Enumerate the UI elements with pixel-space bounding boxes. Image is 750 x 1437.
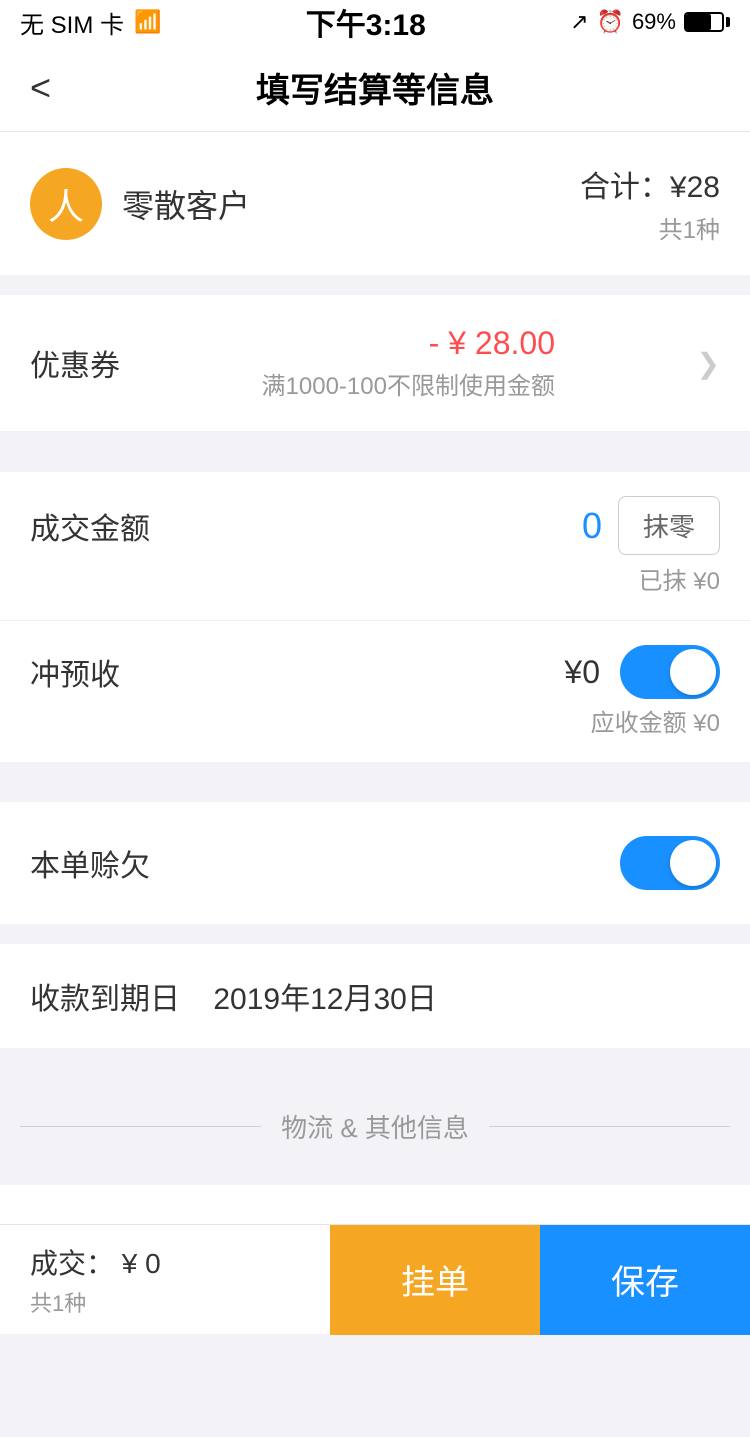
due-date-content: 收款到期日 2019年12月30日 [30, 983, 437, 1016]
save-button[interactable]: 保存 [540, 1225, 750, 1335]
carrier-text: 无 SIM 卡 [20, 5, 124, 40]
battery-text: 69% [632, 9, 676, 35]
prepay-sub-label: 应收金额 ¥0 [591, 703, 720, 738]
deal-value: 0 [582, 505, 602, 547]
prepay-toggle[interactable] [620, 645, 720, 699]
prepay-right: ¥0 [564, 645, 720, 699]
status-right: ↗ ⏰ 69% [570, 9, 730, 35]
separator-1 [0, 452, 750, 472]
total-amount: 合计：¥28 [580, 162, 720, 206]
back-button[interactable]: < [30, 57, 61, 119]
divider-right [489, 1126, 730, 1127]
status-left: 无 SIM 卡 📶 [20, 5, 161, 40]
logistics-label: 物流 & 其他信息 [281, 1108, 469, 1145]
logistics-section: 物流 & 其他信息 [0, 1088, 750, 1165]
round-button[interactable]: 抹零 [618, 496, 720, 555]
deal-amount-row: 成交金额 0 抹零 已抹 ¥0 [0, 472, 750, 621]
battery-indicator [684, 12, 730, 32]
already-rounded-text: 已抹 ¥0 [639, 561, 720, 596]
due-date-label: 收款到期日 [30, 983, 180, 1016]
bottom-deal-amount: ¥ 0 [122, 1248, 161, 1279]
divider-left [20, 1126, 261, 1127]
coupon-right: - ¥ 28.00 满1000-100不限制使用金额 [262, 325, 555, 401]
coupon-desc: 满1000-100不限制使用金额 [262, 366, 555, 401]
customer-row: 人 零散客户 合计：¥28 共1种 [0, 132, 750, 275]
save-label: 保存 [611, 1255, 679, 1304]
bottom-count: 共1种 [30, 1286, 300, 1318]
nav-bar: < 填写结算等信息 [0, 44, 750, 132]
debt-toggle-knob [670, 840, 716, 886]
customer-name: 零散客户 [122, 181, 250, 227]
status-bar: 无 SIM 卡 📶 下午3:18 ↗ ⏰ 69% [0, 0, 750, 44]
deal-label: 成交金额 [30, 504, 150, 548]
nav-title: 填写结算等信息 [256, 63, 494, 112]
wifi-icon: 📶 [134, 9, 161, 35]
hold-button[interactable]: 挂单 [330, 1225, 540, 1335]
customer-avatar: 人 [30, 168, 102, 240]
coupon-value: - ¥ 28.00 [262, 325, 555, 362]
debt-toggle[interactable] [620, 836, 720, 890]
due-date-value: 2019年12月30日 [213, 983, 436, 1016]
bottom-summary: 成交： ¥ 0 共1种 [0, 1242, 330, 1318]
debt-label: 本单赊欠 [30, 841, 150, 885]
prepay-label: 冲预收 [30, 650, 120, 694]
bottom-deal-label: 成交： [30, 1248, 114, 1279]
coupon-chevron: ❯ [697, 347, 720, 380]
prepay-row: 冲预收 ¥0 应收金额 ¥0 [0, 621, 750, 762]
due-date-row: 收款到期日 2019年12月30日 [0, 944, 750, 1048]
coupon-row[interactable]: 优惠券 - ¥ 28.00 满1000-100不限制使用金额 ❯ [0, 295, 750, 432]
deal-right: 0 抹零 [582, 496, 720, 555]
bottom-deal-line: 成交： ¥ 0 [30, 1242, 300, 1282]
alarm-icon: ⏰ [597, 9, 624, 35]
hold-label: 挂单 [401, 1255, 469, 1304]
coupon-section: 优惠券 - ¥ 28.00 满1000-100不限制使用金额 ❯ [0, 295, 750, 432]
separator-3 [0, 1068, 750, 1088]
customer-left: 人 零散客户 [30, 168, 250, 240]
location-icon: ↗ [570, 9, 588, 35]
total-count: 共1种 [580, 210, 720, 245]
avatar-icon: 人 [48, 178, 84, 230]
debt-row: 本单赊欠 [0, 802, 750, 924]
separator-2 [0, 782, 750, 802]
bottom-bar: 成交： ¥ 0 共1种 挂单 保存 [0, 1224, 750, 1334]
toggle-knob [670, 649, 716, 695]
customer-total: 合计：¥28 共1种 [580, 162, 720, 245]
prepay-amount: ¥0 [564, 654, 600, 691]
status-time: 下午3:18 [306, 0, 426, 44]
coupon-label: 优惠券 [30, 341, 120, 385]
deal-section: 成交金额 0 抹零 已抹 ¥0 冲预收 ¥0 [0, 472, 750, 762]
